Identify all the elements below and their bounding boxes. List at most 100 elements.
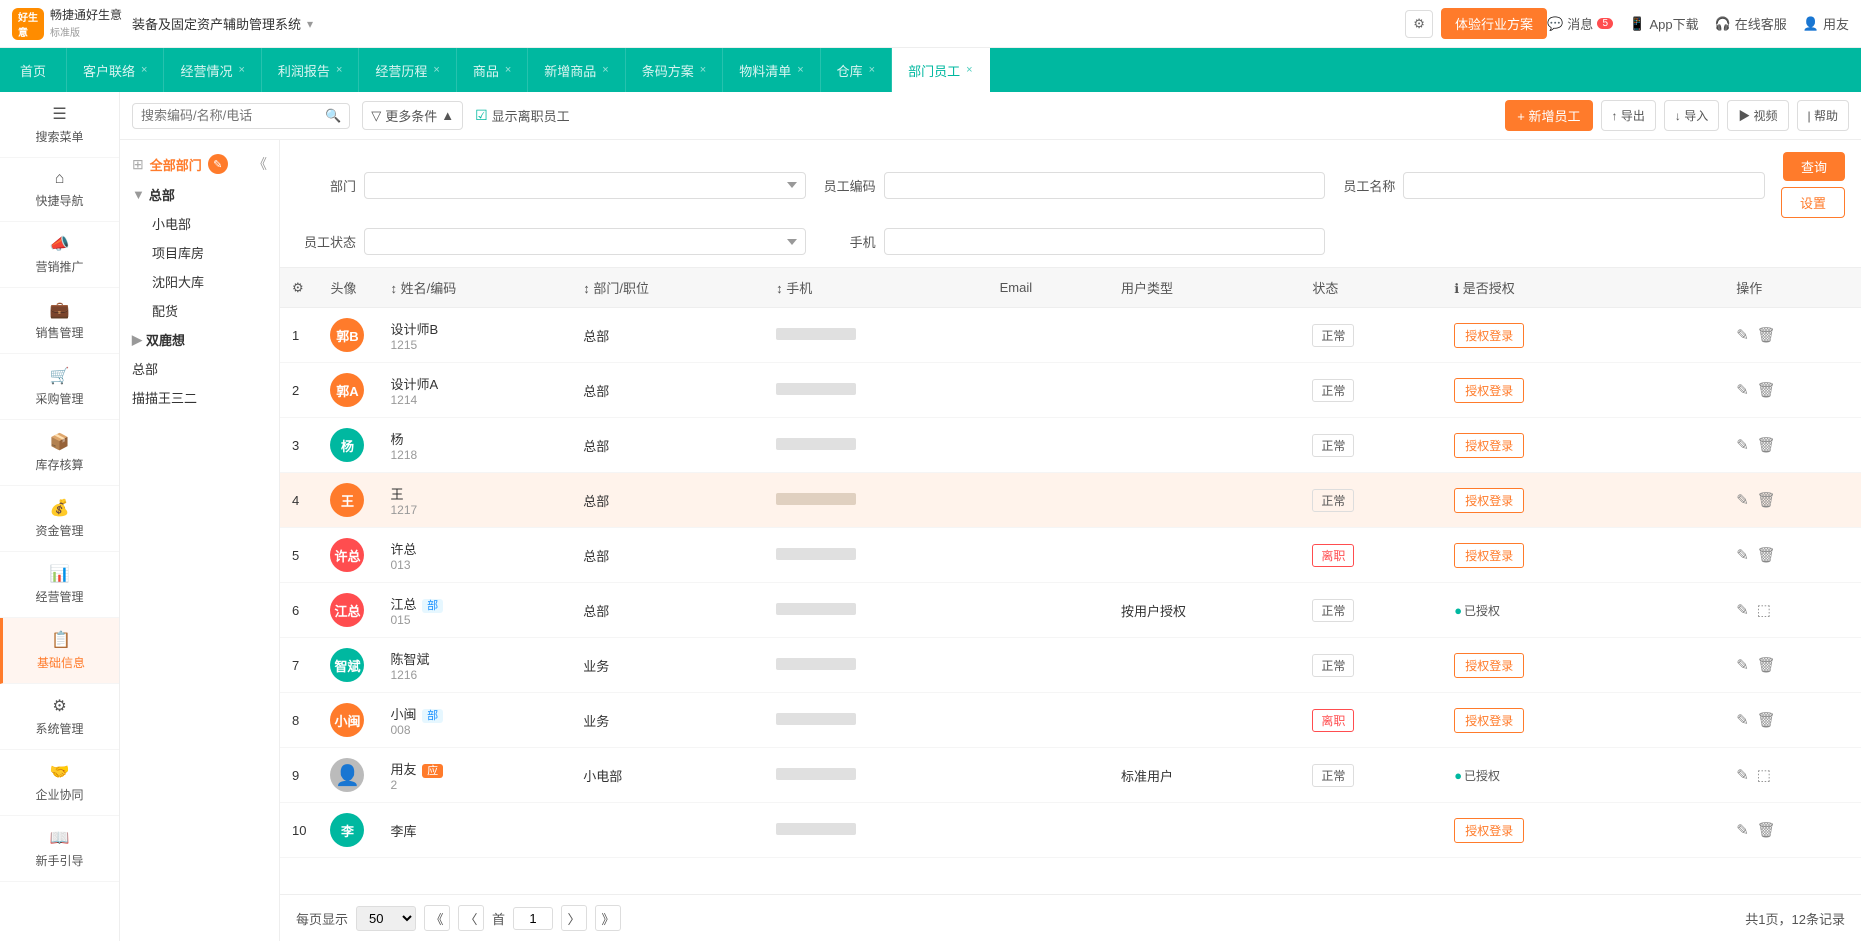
tab-new-goods[interactable]: 新增商品 × (528, 48, 625, 92)
auth-login-button[interactable]: 授权登录 (1454, 818, 1524, 843)
tab-warehouse[interactable]: 仓库 × (821, 48, 892, 92)
sidebar-item-inventory[interactable]: 📦 库存核算 (0, 420, 119, 486)
phone-input[interactable] (884, 228, 1326, 255)
dropdown-arrow-icon[interactable]: ▾ (307, 17, 313, 31)
auth-login-button[interactable]: 授权登录 (1454, 488, 1524, 513)
close-icon[interactable]: × (869, 64, 875, 76)
show-resigned-checkbox[interactable]: ☑ 显示离职员工 (475, 106, 570, 125)
sidebar-item-quick-nav[interactable]: ⌂ 快捷导航 (0, 158, 119, 222)
auth-login-button[interactable]: 授权登录 (1454, 543, 1524, 568)
dept-node-shenyang[interactable]: 沈阳大库 (132, 267, 279, 296)
last-page-button[interactable]: 》 (595, 905, 621, 931)
edit-button[interactable]: ✎ (1736, 711, 1749, 729)
delete-button[interactable]: 🗑 (1757, 821, 1776, 839)
app-download-button[interactable]: 📱 App下载 (1629, 14, 1698, 33)
delete-button[interactable]: ⬚ (1757, 601, 1771, 619)
edit-button[interactable]: ✎ (1736, 766, 1749, 784)
col-dept[interactable]: ↕ 部门/职位 (571, 268, 764, 308)
page-number-input[interactable] (513, 907, 553, 930)
edit-button[interactable]: ✎ (1736, 491, 1749, 509)
sidebar-item-finance[interactable]: 💰 资金管理 (0, 486, 119, 552)
edit-button[interactable]: ✎ (1736, 436, 1749, 454)
tab-barcode[interactable]: 条码方案 × (626, 48, 723, 92)
import-button[interactable]: ↓ 导入 (1664, 100, 1719, 131)
collapse-button[interactable]: 《 (253, 154, 267, 174)
close-icon[interactable]: × (336, 64, 342, 76)
per-page-select[interactable]: 50 20 100 (356, 906, 416, 931)
sidebar-item-system[interactable]: ⚙ 系统管理 (0, 684, 119, 750)
tab-history[interactable]: 经营历程 × (359, 48, 456, 92)
more-filter-button[interactable]: ▽ 更多条件 ▲ (362, 101, 463, 130)
dept-select[interactable] (364, 172, 806, 199)
online-service-button[interactable]: 🎧 在线客服 (1715, 14, 1787, 33)
edit-button[interactable]: ✎ (1736, 326, 1749, 344)
auth-login-button[interactable]: 授权登录 (1454, 708, 1524, 733)
tab-customer[interactable]: 客户联络 × (67, 48, 164, 92)
all-dept-label[interactable]: 全部部门 (150, 155, 202, 174)
close-icon[interactable]: × (238, 64, 244, 76)
close-icon-active[interactable]: × (966, 64, 972, 76)
delete-button[interactable]: 🗑 (1757, 326, 1776, 344)
dept-node-xiaodian[interactable]: 小电部 (132, 209, 279, 238)
set-button[interactable]: 设置 (1781, 187, 1845, 218)
close-icon[interactable]: × (433, 64, 439, 76)
close-icon[interactable]: × (505, 64, 511, 76)
dept-node-zongbu2[interactable]: 总部 (120, 354, 279, 383)
dept-edit-icon[interactable]: ✎ (208, 154, 228, 174)
sidebar-item-search[interactable]: ☰ 搜索菜单 (0, 92, 119, 158)
message-button[interactable]: 💬 消息 5 (1547, 14, 1613, 33)
dept-node-project[interactable]: 项目库房 (132, 238, 279, 267)
auth-login-button[interactable]: 授权登录 (1454, 378, 1524, 403)
delete-button[interactable]: 🗑 (1757, 546, 1776, 564)
close-icon[interactable]: × (797, 64, 803, 76)
sidebar-item-marketing[interactable]: 📣 营销推广 (0, 222, 119, 288)
search-input[interactable] (141, 108, 321, 123)
edit-button[interactable]: ✎ (1736, 546, 1749, 564)
add-employee-button[interactable]: + 新增员工 (1505, 100, 1592, 131)
sidebar-item-collab[interactable]: 🤝 企业协同 (0, 750, 119, 816)
next-page-button[interactable]: 〉 (561, 905, 587, 931)
tab-operation[interactable]: 经营情况 × (164, 48, 261, 92)
settings-button[interactable]: ⚙ (1405, 10, 1433, 38)
delete-button[interactable]: 🗑 (1757, 381, 1776, 399)
emp-status-select[interactable] (364, 228, 806, 255)
sidebar-item-sales[interactable]: 💼 销售管理 (0, 288, 119, 354)
user-area[interactable]: 👤 用友 (1803, 14, 1849, 33)
col-settings[interactable]: ⚙ (280, 268, 318, 308)
query-button[interactable]: 查询 (1783, 152, 1845, 181)
close-icon[interactable]: × (141, 64, 147, 76)
tab-home[interactable]: 首页 (0, 48, 67, 92)
delete-button[interactable]: 🗑 (1757, 491, 1776, 509)
close-icon[interactable]: × (602, 64, 608, 76)
edit-button[interactable]: ✎ (1736, 601, 1749, 619)
edit-button[interactable]: ✎ (1736, 821, 1749, 839)
trial-button[interactable]: 体验行业方案 (1441, 8, 1547, 39)
prev-page-button[interactable]: 〈 (458, 905, 484, 931)
sidebar-item-operation[interactable]: 📊 经营管理 (0, 552, 119, 618)
tab-bom[interactable]: 物料清单 × (723, 48, 820, 92)
auth-login-button[interactable]: 授权登录 (1454, 433, 1524, 458)
dept-node-distribution[interactable]: 配货 (132, 296, 279, 325)
tab-goods[interactable]: 商品 × (457, 48, 528, 92)
emp-code-input[interactable] (884, 172, 1326, 199)
emp-name-input[interactable] (1403, 172, 1765, 199)
delete-button[interactable]: ⬚ (1757, 766, 1771, 784)
close-icon[interactable]: × (700, 64, 706, 76)
tab-dept-emp[interactable]: 部门员工 × (892, 48, 989, 92)
delete-button[interactable]: 🗑 (1757, 656, 1776, 674)
delete-button[interactable]: 🗑 (1757, 711, 1776, 729)
sidebar-item-purchase[interactable]: 🛒 采购管理 (0, 354, 119, 420)
col-phone[interactable]: ↕ 手机 (764, 268, 987, 308)
dept-node-miaomiao[interactable]: 描描王三二 (120, 383, 279, 412)
edit-button[interactable]: ✎ (1736, 656, 1749, 674)
dept-node-zongbu-parent[interactable]: ▼ 总部 (120, 180, 279, 209)
grid-icon[interactable]: ⊞ (132, 156, 144, 173)
dept-node-shuang[interactable]: ▶ 双鹿想 (120, 325, 279, 354)
edit-button[interactable]: ✎ (1736, 381, 1749, 399)
sidebar-item-guide[interactable]: 📖 新手引导 (0, 816, 119, 882)
help-button[interactable]: | 帮助 (1797, 100, 1849, 131)
tab-profit[interactable]: 利润报告 × (262, 48, 359, 92)
sidebar-item-basic[interactable]: 📋 基础信息 (0, 618, 119, 684)
auth-login-button[interactable]: 授权登录 (1454, 323, 1524, 348)
delete-button[interactable]: 🗑 (1757, 436, 1776, 454)
